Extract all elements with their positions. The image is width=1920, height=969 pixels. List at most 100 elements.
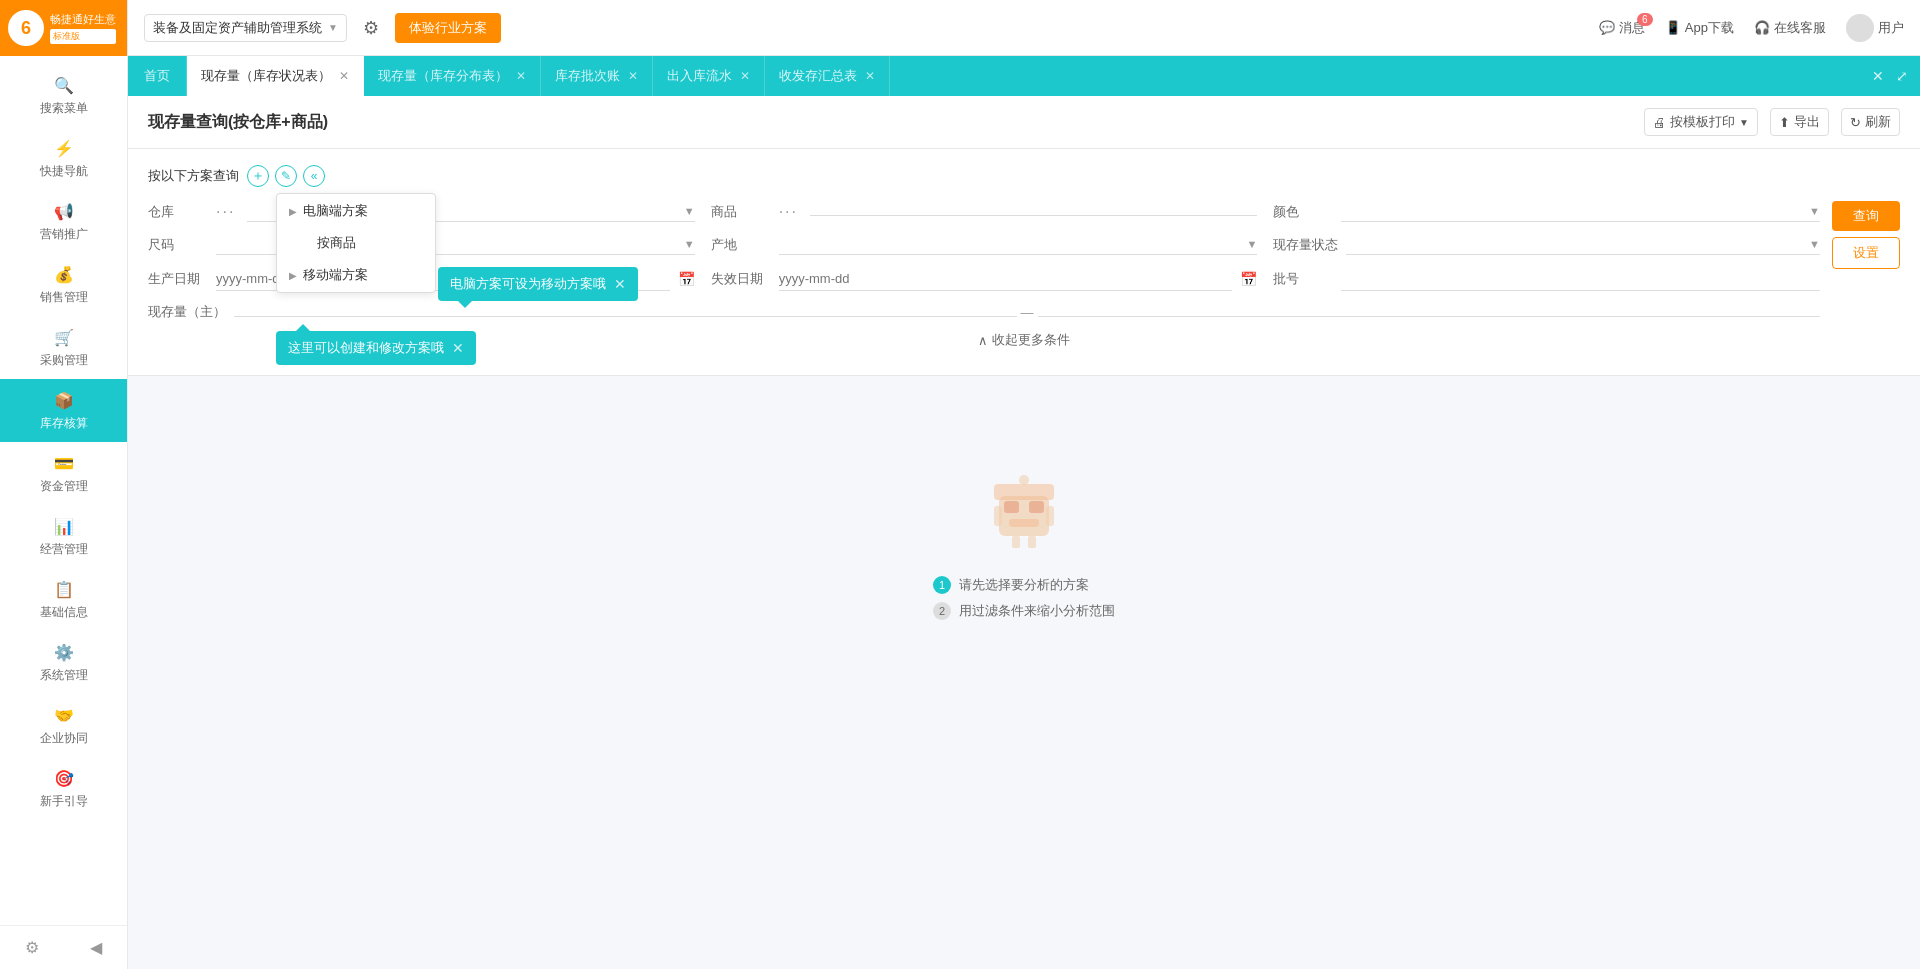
warehouse-dots[interactable]: ··· bbox=[216, 203, 235, 221]
sidebar-item-basic[interactable]: 📋基础信息 bbox=[0, 568, 127, 631]
tab-label-inventory-dist: 现存量（库存分布表） bbox=[378, 67, 508, 85]
inventory-status-field: 现存量状态 ▼ bbox=[1273, 234, 1820, 255]
page-actions: 🖨 按模板打印 ▼ ⬆ 导出 ↻ 刷新 bbox=[1644, 108, 1900, 136]
tooltip-create-scheme: 这里可以创建和修改方案哦 ✕ bbox=[276, 331, 476, 365]
header-settings-icon[interactable]: ⚙ bbox=[359, 13, 383, 43]
goods-select[interactable] bbox=[810, 207, 1257, 216]
sidebar-item-marketing[interactable]: 📢营销推广 bbox=[0, 190, 127, 253]
tab-in-out-flow[interactable]: 出入库流水 ✕ bbox=[653, 56, 765, 96]
svg-rect-6 bbox=[1012, 536, 1020, 548]
empty-hints: 1 请先选择要分析的方案 2 用过滤条件来缩小分析范围 bbox=[933, 576, 1115, 620]
tab-close-receive-summary[interactable]: ✕ bbox=[865, 70, 875, 82]
system-selector[interactable]: 装备及固定资产辅助管理系统 ▼ bbox=[144, 14, 347, 42]
search-button[interactable]: 查询 bbox=[1832, 201, 1900, 231]
export-label: 导出 bbox=[1794, 113, 1820, 131]
tab-label-receive-summary: 收发存汇总表 bbox=[779, 67, 857, 85]
close-all-tabs-btn[interactable]: ✕ bbox=[1872, 68, 1884, 84]
notification-btn[interactable]: 💬 消息 6 bbox=[1599, 19, 1645, 37]
back-scheme-btn[interactable]: « bbox=[303, 165, 325, 187]
sales-nav-label: 销售管理 bbox=[40, 289, 88, 306]
pc-scheme-item[interactable]: ▶ 电脑端方案 bbox=[277, 194, 435, 228]
tab-close-batch-ledger[interactable]: ✕ bbox=[628, 70, 638, 82]
empty-state: 1 请先选择要分析的方案 2 用过滤条件来缩小分析范围 bbox=[128, 376, 1920, 700]
notification-icon: 💬 bbox=[1599, 20, 1615, 35]
tab-inventory-dist[interactable]: 现存量（库存分布表） ✕ bbox=[364, 56, 541, 96]
marketing-nav-icon: 📢 bbox=[53, 200, 75, 222]
origin-select[interactable]: ▼ bbox=[779, 234, 1258, 255]
goods-dots[interactable]: ··· bbox=[779, 203, 798, 221]
edit-scheme-btn[interactable]: ✎ bbox=[275, 165, 297, 187]
export-button[interactable]: ⬆ 导出 bbox=[1770, 108, 1829, 136]
export-icon: ⬆ bbox=[1779, 115, 1790, 130]
svg-rect-1 bbox=[1004, 501, 1019, 513]
settings-bottom-icon[interactable]: ⚙ bbox=[25, 938, 39, 957]
sidebar-item-system[interactable]: ⚙️系统管理 bbox=[0, 631, 127, 694]
expiry-calendar-icon[interactable]: 📅 bbox=[1240, 271, 1257, 287]
tab-batch-ledger[interactable]: 库存批次账✕ bbox=[541, 56, 653, 96]
expiry-date-field: 失效日期 📅 bbox=[711, 267, 1258, 291]
sidebar-bottom: ⚙ ◀ bbox=[0, 925, 127, 969]
inventory-status-select[interactable]: ▼ bbox=[1346, 234, 1820, 255]
tab-close-in-out-flow[interactable]: ✕ bbox=[740, 70, 750, 82]
add-scheme-btn[interactable]: ＋ bbox=[247, 165, 269, 187]
tooltip-close-1[interactable]: ✕ bbox=[614, 276, 626, 292]
inventory-nav-label: 库存核算 bbox=[40, 415, 88, 432]
refresh-button[interactable]: ↻ 刷新 bbox=[1841, 108, 1900, 136]
system-name: 装备及固定资产辅助管理系统 bbox=[153, 19, 322, 37]
tab-home[interactable]: 首页 bbox=[128, 56, 187, 96]
app-download-btn[interactable]: 📱 App下载 bbox=[1665, 19, 1734, 37]
batch-no-input[interactable] bbox=[1341, 267, 1820, 291]
mobile-scheme-item[interactable]: ▶ 移动端方案 bbox=[277, 258, 435, 292]
reset-button[interactable]: 设置 bbox=[1832, 237, 1900, 269]
tab-close-inventory-status[interactable]: ✕ bbox=[339, 70, 349, 82]
fullscreen-btn[interactable]: ⤢ bbox=[1896, 68, 1908, 84]
pc-sub-item[interactable]: 按商品 bbox=[297, 228, 435, 258]
tab-bar-end: ✕ ⤢ bbox=[1860, 56, 1920, 96]
tooltip-close-2[interactable]: ✕ bbox=[452, 340, 464, 356]
collapse-icon[interactable]: ◀ bbox=[90, 938, 102, 957]
online-service-btn[interactable]: 🎧 在线客服 bbox=[1754, 19, 1826, 37]
sidebar-item-quick-nav[interactable]: ⚡快捷导航 bbox=[0, 127, 127, 190]
tab-receive-summary[interactable]: 收发存汇总表 ✕ bbox=[765, 56, 890, 96]
color-label: 颜色 bbox=[1273, 203, 1333, 221]
color-select[interactable]: ▼ bbox=[1341, 201, 1820, 222]
user-menu-btn[interactable]: 用户 bbox=[1846, 14, 1904, 42]
tab-inventory-status[interactable]: 现存量（库存状况表）✕ bbox=[187, 56, 364, 96]
warehouse-label: 仓库 bbox=[148, 203, 208, 221]
tab-label-in-out-flow: 出入库流水 bbox=[667, 67, 732, 85]
tab-label-home: 首页 bbox=[144, 67, 170, 85]
expiry-date-start[interactable] bbox=[779, 267, 869, 290]
search-nav-label: 搜索菜单 bbox=[40, 100, 88, 117]
logo-icon: 6 bbox=[8, 10, 44, 46]
sidebar-item-finance[interactable]: 💳资金管理 bbox=[0, 442, 127, 505]
filter-label: 按以下方案查询 bbox=[148, 167, 239, 185]
sidebar-item-inventory[interactable]: 📦库存核算 bbox=[0, 379, 127, 442]
tooltip-text-2: 这里可以创建和修改方案哦 bbox=[288, 339, 444, 357]
sidebar-item-search[interactable]: 🔍搜索菜单 bbox=[0, 64, 127, 127]
purchase-nav-label: 采购管理 bbox=[40, 352, 88, 369]
sidebar-item-guide[interactable]: 🎯新手引导 bbox=[0, 757, 127, 820]
refresh-icon: ↻ bbox=[1850, 115, 1861, 130]
hint-num-1: 1 bbox=[933, 576, 951, 594]
guide-nav-label: 新手引导 bbox=[40, 793, 88, 810]
tab-close-inventory-dist[interactable]: ✕ bbox=[516, 70, 526, 82]
tooltip-pc-scheme: 电脑方案可设为移动方案哦 ✕ bbox=[438, 267, 638, 301]
hint-text-2: 用过滤条件来缩小分析范围 bbox=[959, 602, 1115, 620]
enterprise-nav-label: 企业协同 bbox=[40, 730, 88, 747]
expand-icon2: ▶ bbox=[289, 270, 297, 281]
experience-button[interactable]: 体验行业方案 bbox=[395, 13, 501, 43]
sidebar-item-sales[interactable]: 💰 销售管理 bbox=[0, 253, 127, 316]
sales-nav-icon: 💰 bbox=[53, 263, 75, 285]
sidebar-item-operation[interactable]: 📊经营管理 bbox=[0, 505, 127, 568]
production-calendar-icon[interactable]: 📅 bbox=[678, 271, 695, 287]
sidebar-item-purchase[interactable]: 🛒采购管理 bbox=[0, 316, 127, 379]
top-header: 装备及固定资产辅助管理系统 ▼ ⚙ 体验行业方案 💬 消息 6 📱 App下载 … bbox=[128, 0, 1920, 56]
logo-title: 畅捷通好生意 bbox=[50, 12, 116, 27]
print-dropdown-icon: ▼ bbox=[1739, 117, 1749, 128]
empty-illustration bbox=[974, 456, 1074, 556]
pc-scheme-label: 电脑端方案 bbox=[303, 202, 368, 220]
sidebar-item-enterprise[interactable]: 🤝企业协同 bbox=[0, 694, 127, 757]
system-nav-icon: ⚙️ bbox=[53, 641, 75, 663]
print-button[interactable]: 🖨 按模板打印 ▼ bbox=[1644, 108, 1758, 136]
mobile-scheme-label: 移动端方案 bbox=[303, 266, 368, 284]
